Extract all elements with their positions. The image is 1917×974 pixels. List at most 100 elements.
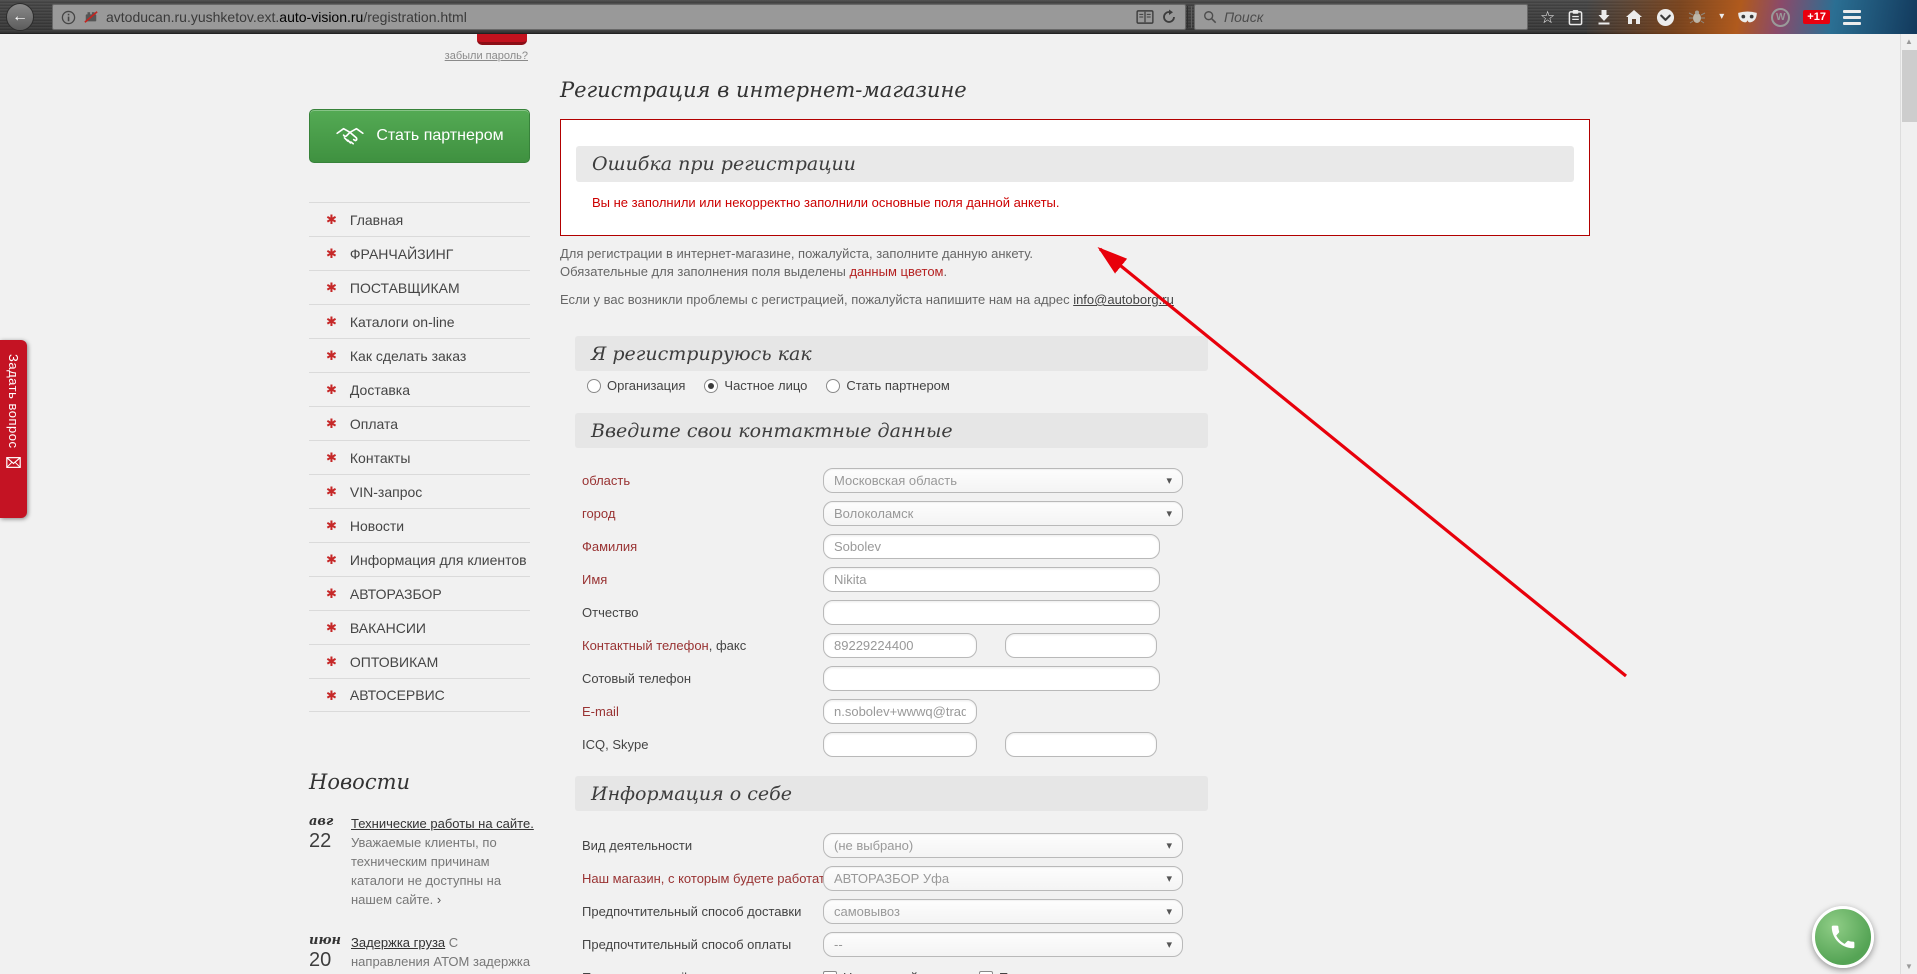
radio-option[interactable]: Частное лицо: [704, 378, 807, 393]
support-email-link[interactable]: info@autoborg.ru: [1073, 292, 1174, 307]
dropdown-select[interactable]: АВТОРАЗБОР Уфа ▾: [823, 866, 1183, 891]
url-bar[interactable]: avtoducan.ru.yushketov.ext.auto-vision.r…: [52, 4, 1186, 30]
sidebar-item[interactable]: ✱ ОПТОВИКАМ: [309, 644, 530, 678]
plugin-blocked-icon[interactable]: [83, 10, 99, 24]
dropdown-select[interactable]: (не выбрано) ▾: [823, 833, 1183, 858]
login-button-partial[interactable]: [477, 34, 527, 45]
sidebar-item[interactable]: ✱ Доставка: [309, 372, 530, 406]
menu-hamburger-icon[interactable]: [1842, 9, 1861, 25]
sidebar-item-label: ПОСТАВЩИКАМ: [349, 279, 460, 296]
sidebar-item[interactable]: ✱ ВАКАНСИИ: [309, 610, 530, 644]
text-input[interactable]: [823, 567, 1160, 592]
form-row: ICQ, Skype: [560, 728, 1590, 761]
sidebar-item-label: Главная: [349, 211, 404, 228]
mask-adblock-icon[interactable]: [1737, 10, 1758, 24]
radio-button[interactable]: [587, 378, 601, 393]
scroll-down-icon[interactable]: ▼: [1901, 962, 1917, 971]
extension-dropdown-caret[interactable]: ▾: [1719, 12, 1724, 22]
sidebar-item[interactable]: ✱ ФРАНЧАЙЗИНГ: [309, 236, 530, 270]
url-text[interactable]: avtoducan.ru.yushketov.ext.auto-vision.r…: [106, 9, 467, 25]
sidebar-item[interactable]: ✱ Как сделать заказ: [309, 338, 530, 372]
page-scrollbar[interactable]: ▲ ▼: [1900, 34, 1917, 974]
section-contact-data: Введите свои контактные данные: [575, 413, 1208, 448]
radio-label: Стать партнером: [846, 378, 950, 393]
ask-question-tab[interactable]: Задать вопрос: [0, 340, 27, 518]
dropdown-value: Волоколамск: [834, 506, 914, 521]
sidebar-item[interactable]: ✱ Оплата: [309, 406, 530, 440]
dropdown-select[interactable]: самовывоз ▾: [823, 899, 1183, 924]
radio-button[interactable]: [704, 378, 719, 393]
gear-icon: ✱: [326, 280, 337, 295]
field-label: Предпочтительный способ доставки: [582, 904, 802, 919]
field-area: [823, 567, 1160, 592]
intro-line-2: Обязательные для заполнения поля выделен…: [560, 264, 948, 279]
forgot-password-link[interactable]: забыли пароль?: [445, 50, 528, 62]
sidebar-item[interactable]: ✱ Контакты: [309, 440, 530, 474]
callback-phone-button[interactable]: [1812, 906, 1874, 968]
radio-button[interactable]: [826, 378, 841, 393]
scrollbar-thumb[interactable]: [1902, 50, 1917, 122]
text-input[interactable]: [823, 600, 1160, 625]
dropdown-value: --: [834, 937, 843, 952]
bug-extension-icon[interactable]: [1688, 9, 1706, 25]
chevron-down-icon: ▾: [1166, 939, 1172, 951]
text-input-secondary[interactable]: [1005, 732, 1157, 757]
text-input-secondary[interactable]: [1005, 633, 1157, 658]
checkbox[interactable]: ✓: [978, 970, 993, 974]
gear-icon: ✱: [326, 348, 337, 363]
w-extension-icon[interactable]: W: [1771, 7, 1791, 27]
field-label-suffix: , факс: [708, 638, 747, 653]
site-info-icon[interactable]: [61, 10, 76, 25]
sidebar-item[interactable]: ✱ Новости: [309, 508, 530, 542]
clipboard-icon[interactable]: [1568, 9, 1583, 26]
gear-icon: ✱: [326, 654, 337, 669]
sidebar-item[interactable]: ✱ ПОСТАВЩИКАМ: [309, 270, 530, 304]
download-icon[interactable]: [1596, 9, 1612, 25]
back-button[interactable]: ←: [6, 3, 34, 31]
text-input[interactable]: [823, 534, 1160, 559]
sidebar-item[interactable]: ✱ VIN-запрос: [309, 474, 530, 508]
search-input[interactable]: Поиск: [1194, 4, 1528, 30]
sidebar-item[interactable]: ✱ АВТОСЕРВИС: [309, 678, 530, 712]
checkbox-option[interactable]: ✓ Новости сайта: [823, 970, 931, 974]
toolbar-splitter[interactable]: [1187, 6, 1192, 28]
sidebar-item[interactable]: ✱ Главная: [309, 202, 530, 236]
home-icon[interactable]: [1625, 9, 1643, 25]
dropdown-select[interactable]: Волоколамск ▾: [823, 501, 1183, 526]
sidebar-item[interactable]: ✱ АВТОРАЗБОР: [309, 576, 530, 610]
field-area: [823, 534, 1160, 559]
become-partner-button[interactable]: Стать партнером: [309, 109, 530, 163]
text-input[interactable]: [823, 732, 977, 757]
chevron-down-icon: ▾: [1166, 508, 1172, 520]
form-row: Вид деятельности (не выбрано) ▾: [560, 829, 1590, 862]
checkbox-option[interactable]: ✓ Подтверждение заказов: [978, 970, 1145, 974]
field-label: Предпочтительный способ оплаты: [582, 937, 792, 952]
dropdown-select[interactable]: Московская область ▾: [823, 468, 1183, 493]
sidebar-item[interactable]: ✱ Информация для клиентов: [309, 542, 530, 576]
news-link[interactable]: Технические работы на сайте.: [351, 816, 534, 831]
checkbox-label: Подтверждение заказов: [999, 970, 1145, 974]
gear-icon: ✱: [326, 687, 337, 703]
field-area: самовывоз ▾: [823, 899, 1183, 924]
news-link[interactable]: Задержка груза: [351, 935, 445, 950]
pocket-icon[interactable]: [1656, 8, 1675, 27]
sidebar-item-label: ФРАНЧАЙЗИНГ: [349, 245, 454, 262]
field-label: Получение e-mail рассылки: [582, 970, 823, 974]
reload-icon[interactable]: [1161, 9, 1177, 25]
field-label: Контактный телефон, факс: [582, 638, 747, 653]
text-input[interactable]: [823, 699, 977, 724]
scroll-up-icon[interactable]: ▲: [1901, 37, 1917, 46]
bookmark-star-icon[interactable]: ☆: [1540, 9, 1555, 26]
envelope-icon: [6, 457, 21, 469]
reader-mode-icon[interactable]: [1136, 10, 1154, 24]
radio-option[interactable]: Организация: [587, 378, 685, 393]
sidebar-item-label: АВТОРАЗБОР: [349, 585, 442, 602]
sidebar-item[interactable]: ✱ Каталоги on-line: [309, 304, 530, 338]
sidebar-item-label: Как сделать заказ: [349, 347, 467, 364]
dropdown-select[interactable]: -- ▾: [823, 932, 1183, 957]
checkbox[interactable]: ✓: [823, 970, 837, 974]
text-input[interactable]: [823, 666, 1160, 691]
notification-badge[interactable]: +17: [1803, 10, 1830, 24]
text-input[interactable]: [823, 633, 977, 658]
radio-option[interactable]: Стать партнером: [826, 378, 950, 393]
